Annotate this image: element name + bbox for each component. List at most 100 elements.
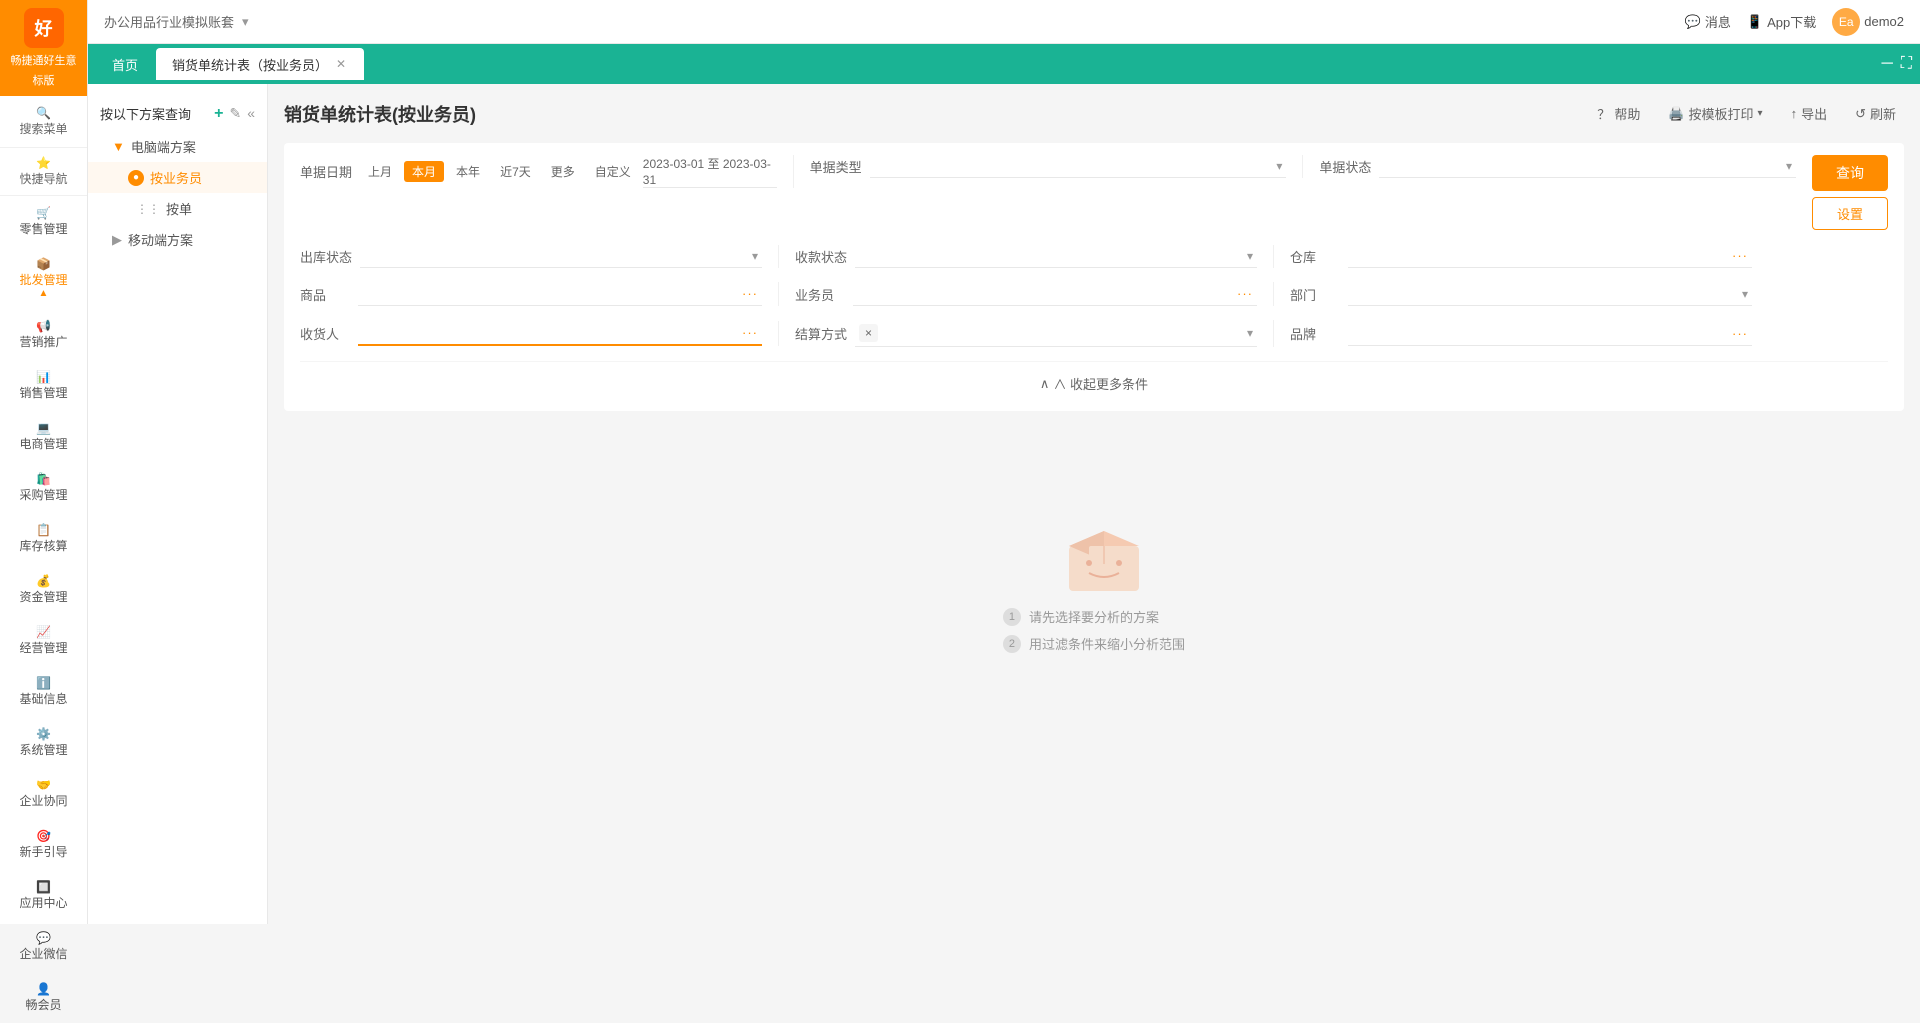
sidebar-item-finance[interactable]: 💰 资金管理 <box>0 564 87 615</box>
sidebar-item-search[interactable]: 🔍 搜索菜单 <box>0 96 87 148</box>
sidebar-item-wechat[interactable]: 💬 企业微信 <box>0 921 87 972</box>
basic-icon: ℹ️ <box>36 676 51 690</box>
empty-tip-2: 2 用过滤条件来缩小分析范围 <box>1003 634 1185 653</box>
sidebar-item-cooperation[interactable]: 🤝 企业协同 <box>0 768 87 819</box>
collapse-filters-btn[interactable]: ∧ ∧ 收起更多条件 <box>1040 368 1148 399</box>
tab-home[interactable]: 首页 <box>96 48 154 80</box>
sidebar-logo[interactable]: 好 畅捷通好生意 标版 <box>0 0 87 96</box>
page-title: 销货单统计表(按业务员) <box>284 101 476 127</box>
sidebar-item-quick-nav[interactable]: ⭐ 快捷导航 <box>0 148 87 196</box>
finance-icon: 💰 <box>36 574 51 588</box>
sidebar-label-appstore: 应用中心 <box>19 894 67 911</box>
department-select[interactable]: ▾ <box>1348 283 1752 306</box>
ship-status-select[interactable]: ▾ <box>360 245 762 268</box>
retail-icon: 🛒 <box>36 206 51 220</box>
wechat-icon: 💬 <box>36 931 51 945</box>
logo-text: 畅捷通好生意 <box>11 52 77 68</box>
sidebar-label-sales: 销售管理 <box>19 384 67 401</box>
sidebar-item-sales[interactable]: 📊 销售管理 <box>0 360 87 411</box>
tree-sub-item-by-salesperson[interactable]: ● 按业务员 <box>88 162 267 193</box>
sidebar-item-wholesale[interactable]: 📦 批发管理 ▲ <box>0 247 87 309</box>
doc-type-arrow: ▾ <box>1276 159 1282 173</box>
empty-illustration <box>1044 491 1144 591</box>
print-btn[interactable]: 🖨️ 按模板打印 ▾ <box>1660 100 1770 127</box>
tabbar: 首页 销货单统计表（按业务员） ✕ ─ ⛶ <box>88 44 1920 84</box>
topbar-actions: 💬 消息 📱 App下载 Ea demo2 <box>1685 8 1904 36</box>
tree-sub-item-by-order[interactable]: ⋮⋮ 按单 <box>88 193 267 224</box>
tree-item-mobile[interactable]: ▶ 移动端方案 <box>88 224 267 255</box>
sidebar-item-operations[interactable]: 📈 经营管理 <box>0 615 87 666</box>
sidebar-label-system: 系统管理 <box>19 741 67 758</box>
sidebar-item-retail[interactable]: 🛒 零售管理 <box>0 196 87 247</box>
tip-num-2: 2 <box>1003 635 1021 653</box>
help-label: 帮助 <box>1614 104 1640 123</box>
sidebar-item-appstore[interactable]: 🔲 应用中心 <box>0 870 87 921</box>
avatar: Ea <box>1832 8 1860 36</box>
system-icon: ⚙️ <box>36 727 51 741</box>
settlement-select[interactable]: × ▾ <box>855 320 1257 347</box>
app-download-btn[interactable]: 📱 App下载 <box>1747 12 1816 31</box>
settlement-arrow: ▾ <box>1247 326 1253 340</box>
ship-status-label: 出库状态 <box>300 247 352 266</box>
brand-input[interactable]: ··· <box>1348 322 1752 346</box>
home-tab-label: 首页 <box>112 55 138 74</box>
tree-arrow-desktop: ▼ <box>112 139 125 154</box>
export-btn[interactable]: ↑ 导出 <box>1783 100 1836 127</box>
message-icon: 💬 <box>1685 14 1701 30</box>
sidebar-item-ecommerce[interactable]: 💻 电商管理 <box>0 411 87 462</box>
tab-close-btn[interactable]: ✕ <box>334 55 348 73</box>
sidebar-item-guide[interactable]: 🎯 新手引导 <box>0 819 87 870</box>
department-label: 部门 <box>1290 285 1340 304</box>
goods-input[interactable]: ··· <box>358 282 762 306</box>
help-btn[interactable]: ？ 帮助 <box>1589 100 1648 127</box>
logo-subtitle: 标版 <box>33 72 55 88</box>
sidebar-item-purchase[interactable]: 🛍️ 采购管理 <box>0 462 87 513</box>
maximize-icon[interactable]: ⛶ <box>1901 55 1912 73</box>
warehouse-input[interactable]: ··· <box>1348 244 1752 268</box>
salesperson-input[interactable]: ··· <box>853 282 1257 306</box>
tree-item-desktop[interactable]: ▼ 电脑端方案 <box>88 131 267 162</box>
member-icon: 👤 <box>36 982 51 996</box>
breadcrumb-dropdown[interactable]: ▾ <box>242 14 249 30</box>
payment-status-label: 收款状态 <box>795 247 847 266</box>
date-btn-this-year[interactable]: 本年 <box>448 161 488 182</box>
sidebar-label-finance: 资金管理 <box>19 588 67 605</box>
tab-sales-stat[interactable]: 销货单统计表（按业务员） ✕ <box>156 48 364 80</box>
date-btn-more[interactable]: 更多 <box>543 161 583 182</box>
operations-icon: 📈 <box>36 625 51 639</box>
refresh-btn[interactable]: ↺ 刷新 <box>1847 100 1904 127</box>
query-btn[interactable]: 查询 <box>1812 155 1888 191</box>
add-scheme-btn[interactable]: + <box>214 105 223 123</box>
sidebar-item-basic[interactable]: ℹ️ 基础信息 <box>0 666 87 717</box>
logo-icon: 好 <box>24 8 64 48</box>
settlement-tag-close[interactable]: × <box>865 326 872 340</box>
sidebar-label-operations: 经营管理 <box>19 639 67 656</box>
sidebar-item-marketing[interactable]: 📢 营销推广 <box>0 309 87 360</box>
tabbar-expand-btn[interactable]: ─ ⛶ <box>1881 55 1912 73</box>
sidebar-label-purchase: 采购管理 <box>19 486 67 503</box>
sidebar-item-inventory[interactable]: 📋 库存核算 <box>0 513 87 564</box>
tree-label-mobile: 移动端方案 <box>128 230 193 249</box>
date-btn-this-month[interactable]: 本月 <box>404 161 444 182</box>
content-area: 按以下方案查询 + ✎ « ▼ 电脑端方案 ● 按业务员 ⋮⋮ 按单 <box>88 84 1920 924</box>
payment-status-select[interactable]: ▾ <box>855 245 1257 268</box>
message-btn[interactable]: 💬 消息 <box>1685 12 1731 31</box>
settlement-label: 结算方式 <box>795 324 847 343</box>
date-btn-7days[interactable]: 近7天 <box>492 161 539 182</box>
sidebar-item-member[interactable]: 👤 畅会员 <box>0 972 87 1023</box>
date-btn-custom[interactable]: 自定义 <box>587 161 639 182</box>
star-icon: ⭐ <box>36 156 51 170</box>
consignee-input[interactable]: ··· <box>358 321 762 346</box>
minimize-icon[interactable]: ─ <box>1881 55 1892 73</box>
help-icon: ？ <box>1597 104 1610 123</box>
ship-status-arrow: ▾ <box>752 249 758 263</box>
breadcrumb: 办公用品行业模拟账套 ▾ <box>104 12 1673 31</box>
edit-scheme-btn[interactable]: ✎ <box>229 105 241 123</box>
sidebar-item-system[interactable]: ⚙️ 系统管理 <box>0 717 87 768</box>
settings-btn[interactable]: 设置 <box>1812 197 1888 230</box>
collapse-panel-btn[interactable]: « <box>247 105 255 123</box>
settlement-tag[interactable]: × <box>859 324 878 342</box>
date-btn-last-month[interactable]: 上月 <box>360 161 400 182</box>
payment-status-arrow: ▾ <box>1247 249 1253 263</box>
user-area[interactable]: Ea demo2 <box>1832 8 1904 36</box>
